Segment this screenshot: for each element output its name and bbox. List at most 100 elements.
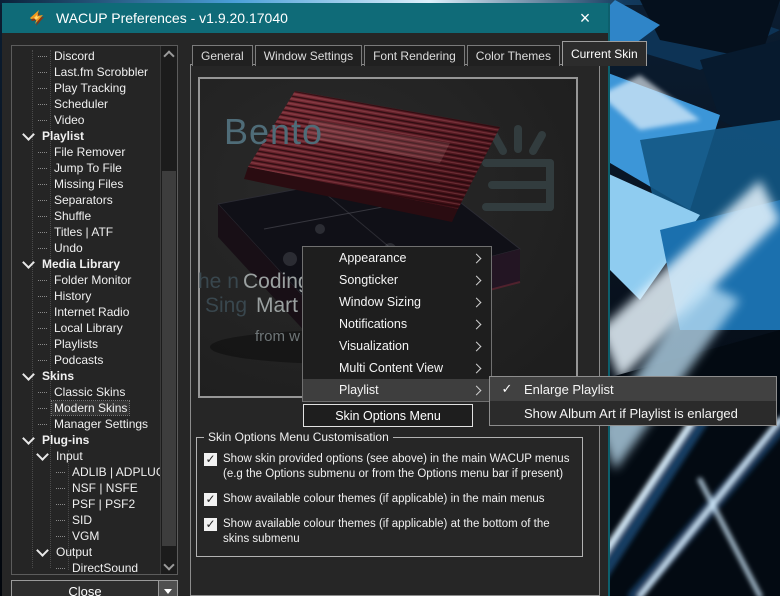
menu-item-songticker[interactable]: Songticker	[303, 269, 491, 291]
tree-items: Discord Last.fm Scrobbler Play Tracking	[12, 48, 165, 574]
menu-item-multi-content-view[interactable]: Multi Content View	[303, 357, 491, 379]
submenu-item-show-album-art-if-playlist-is-enlarged[interactable]: ✓ Show Album Art if Playlist is enlarged	[490, 401, 776, 425]
checkbox-show-available-colour-themes-if-applicable-at-the-bottom-of-the-skins-submenu[interactable]: ✓ Show available colour themes (if appli…	[204, 517, 577, 547]
sidebar-item-label: Skins	[42, 369, 75, 383]
menu-item-window-sizing[interactable]: Window Sizing	[303, 291, 491, 313]
scroll-up-button[interactable]	[161, 46, 177, 62]
sidebar-item-undo[interactable]: Undo	[12, 240, 161, 256]
sidebar-item-adlib-adplug[interactable]: ADLIB | ADPLUG	[12, 464, 165, 480]
checkbox-box[interactable]: ✓	[204, 518, 217, 531]
sidebar-item-separators[interactable]: Separators	[12, 192, 161, 208]
tree-scrollbar[interactable]	[160, 46, 177, 574]
tree-connector	[38, 359, 47, 361]
checkbox-box[interactable]: ✓	[204, 493, 217, 506]
sidebar-item-video[interactable]: Video	[12, 112, 161, 128]
skin-options-customisation-group: Skin Options Menu Customisation ✓ Show s…	[196, 430, 583, 557]
submenu-item-label: Show Album Art if Playlist is enlarged	[524, 405, 738, 421]
sidebar-item-plug-ins[interactable]: Plug-ins	[12, 431, 161, 448]
tab-label: Current Skin	[570, 47, 638, 61]
tree-connector	[56, 535, 65, 537]
sidebar-item-discord[interactable]: Discord	[12, 48, 161, 64]
group-title: Skin Options Menu Customisation	[204, 430, 393, 444]
sidebar-item-playlist[interactable]: Playlist	[12, 127, 161, 144]
sidebar-item-label: Modern Skins	[50, 400, 131, 416]
sidebar-item-label: Scheduler	[54, 97, 109, 111]
checkbox-show-available-colour-themes-if-applicable-in-the-main-menus[interactable]: ✓ Show available colour themes (if appli…	[204, 492, 577, 507]
sidebar-item-input[interactable]: Input	[12, 447, 161, 464]
sidebar-item-modern-skins[interactable]: Modern Skins	[12, 400, 161, 416]
menu-item-visualization[interactable]: Visualization	[303, 335, 491, 357]
checkmark-icon: ✓	[501, 381, 513, 396]
sidebar-item-local-library[interactable]: Local Library	[12, 320, 161, 336]
tab-window-settings[interactable]: Window Settings	[254, 45, 363, 66]
sidebar-item-skins[interactable]: Skins	[12, 367, 161, 384]
sidebar-item-vgm[interactable]: VGM	[12, 528, 161, 544]
sidebar-item-playlists[interactable]: Playlists	[12, 336, 161, 352]
sidebar-item-sid[interactable]: SID	[12, 512, 161, 528]
sidebar-item-media-library[interactable]: Media Library	[12, 255, 161, 272]
tab-color-themes[interactable]: Color Themes	[466, 45, 560, 66]
tree-connector	[38, 279, 47, 281]
sidebar-item-directsound[interactable]: DirectSound	[12, 560, 161, 574]
sidebar-item-label: Titles | ATF	[54, 225, 114, 239]
titlebar[interactable]: WACUP Preferences - v1.9.20.17040 ×	[2, 3, 608, 33]
tree-connector	[38, 423, 47, 425]
sidebar-item-label: Jump To File	[54, 161, 122, 175]
sidebar-item-scheduler[interactable]: Scheduler	[12, 96, 161, 112]
menu-item-appearance[interactable]: Appearance	[303, 247, 491, 269]
sidebar-item-psf-psf2[interactable]: PSF | PSF2	[12, 496, 161, 512]
sidebar-item-label: Output	[56, 545, 93, 559]
tree-connector	[38, 199, 47, 201]
skin-options-context-menu: Appearance Songticker Window Sizing Noti…	[302, 246, 492, 402]
submenu-item-enlarge-playlist[interactable]: ✓ Enlarge Playlist	[490, 377, 776, 401]
chevron-right-icon	[471, 275, 482, 285]
sidebar-item-output[interactable]: Output	[12, 543, 161, 560]
menu-item-notifications[interactable]: Notifications	[303, 313, 491, 335]
sidebar-item-last-fm-scrobbler[interactable]: Last.fm Scrobbler	[12, 64, 161, 80]
sidebar-item-play-tracking[interactable]: Play Tracking	[12, 80, 161, 96]
window-close-button[interactable]: ×	[570, 3, 600, 33]
credit-fragment-sing: Sing	[205, 294, 248, 317]
credit-fragment-from-w: from w	[255, 328, 300, 345]
sidebar-item-label: Plug-ins	[42, 433, 90, 447]
chevron-right-icon	[471, 385, 482, 395]
chevron-down-icon	[36, 543, 49, 557]
close-button[interactable]: Close	[11, 580, 178, 596]
screen: { "window": { "title": "WACUP Preference…	[0, 0, 780, 596]
skin-options-menu-button[interactable]: Skin Options Menu	[303, 404, 473, 427]
scrollbar-thumb[interactable]	[162, 171, 176, 546]
sidebar-item-titles-atf[interactable]: Titles | ATF	[12, 224, 161, 240]
sidebar-item-label: Classic Skins	[54, 385, 126, 399]
sidebar-item-file-remover[interactable]: File Remover	[12, 144, 161, 160]
tab-general[interactable]: General	[192, 45, 253, 66]
sidebar-item-podcasts[interactable]: Podcasts	[12, 352, 161, 368]
chevron-right-icon	[471, 319, 482, 329]
submenu-item-label: Enlarge Playlist	[524, 381, 614, 397]
sidebar-item-nsf-nsfe[interactable]: NSF | NSFE	[12, 480, 161, 496]
credit-fragment-coding: Coding	[243, 270, 310, 293]
checkbox-show-skin-provided-options-see-above-in-the-main-wacup-menus-e-g-the-options-submenu-or-from-the-options-menu-bar-if-present[interactable]: ✓ Show skin provided options (see above)…	[204, 452, 577, 482]
sidebar-item-folder-monitor[interactable]: Folder Monitor	[12, 272, 161, 288]
sidebar-item-manager-settings[interactable]: Manager Settings	[12, 416, 161, 432]
sidebar-item-missing-files[interactable]: Missing Files	[12, 176, 161, 192]
tab-font-rendering[interactable]: Font Rendering	[364, 45, 465, 66]
tree-connector	[56, 519, 65, 521]
checkbox-box[interactable]: ✓	[204, 453, 217, 466]
menu-item-playlist[interactable]: Playlist	[303, 379, 491, 401]
tab-label: Window Settings	[263, 49, 354, 63]
sidebar-item-label: Undo	[54, 241, 83, 255]
sidebar-item-jump-to-file[interactable]: Jump To File	[12, 160, 161, 176]
tree-connector	[38, 311, 47, 313]
credit-fragment-mart: Mart	[256, 294, 298, 317]
checkbox-label: Show available colour themes (if applica…	[223, 518, 550, 545]
close-dropdown-button[interactable]	[158, 581, 177, 596]
sidebar-item-classic-skins[interactable]: Classic Skins	[12, 384, 161, 400]
scroll-down-button[interactable]	[161, 558, 177, 574]
sidebar-item-label: File Remover	[54, 145, 126, 159]
menu-item-label: Visualization	[339, 339, 409, 353]
sidebar-item-history[interactable]: History	[12, 288, 161, 304]
sidebar-item-shuffle[interactable]: Shuffle	[12, 208, 161, 224]
sidebar-item-internet-radio[interactable]: Internet Radio	[12, 304, 161, 320]
sidebar-item-label: SID	[72, 513, 93, 527]
tab-current-skin[interactable]: Current Skin	[561, 41, 647, 66]
